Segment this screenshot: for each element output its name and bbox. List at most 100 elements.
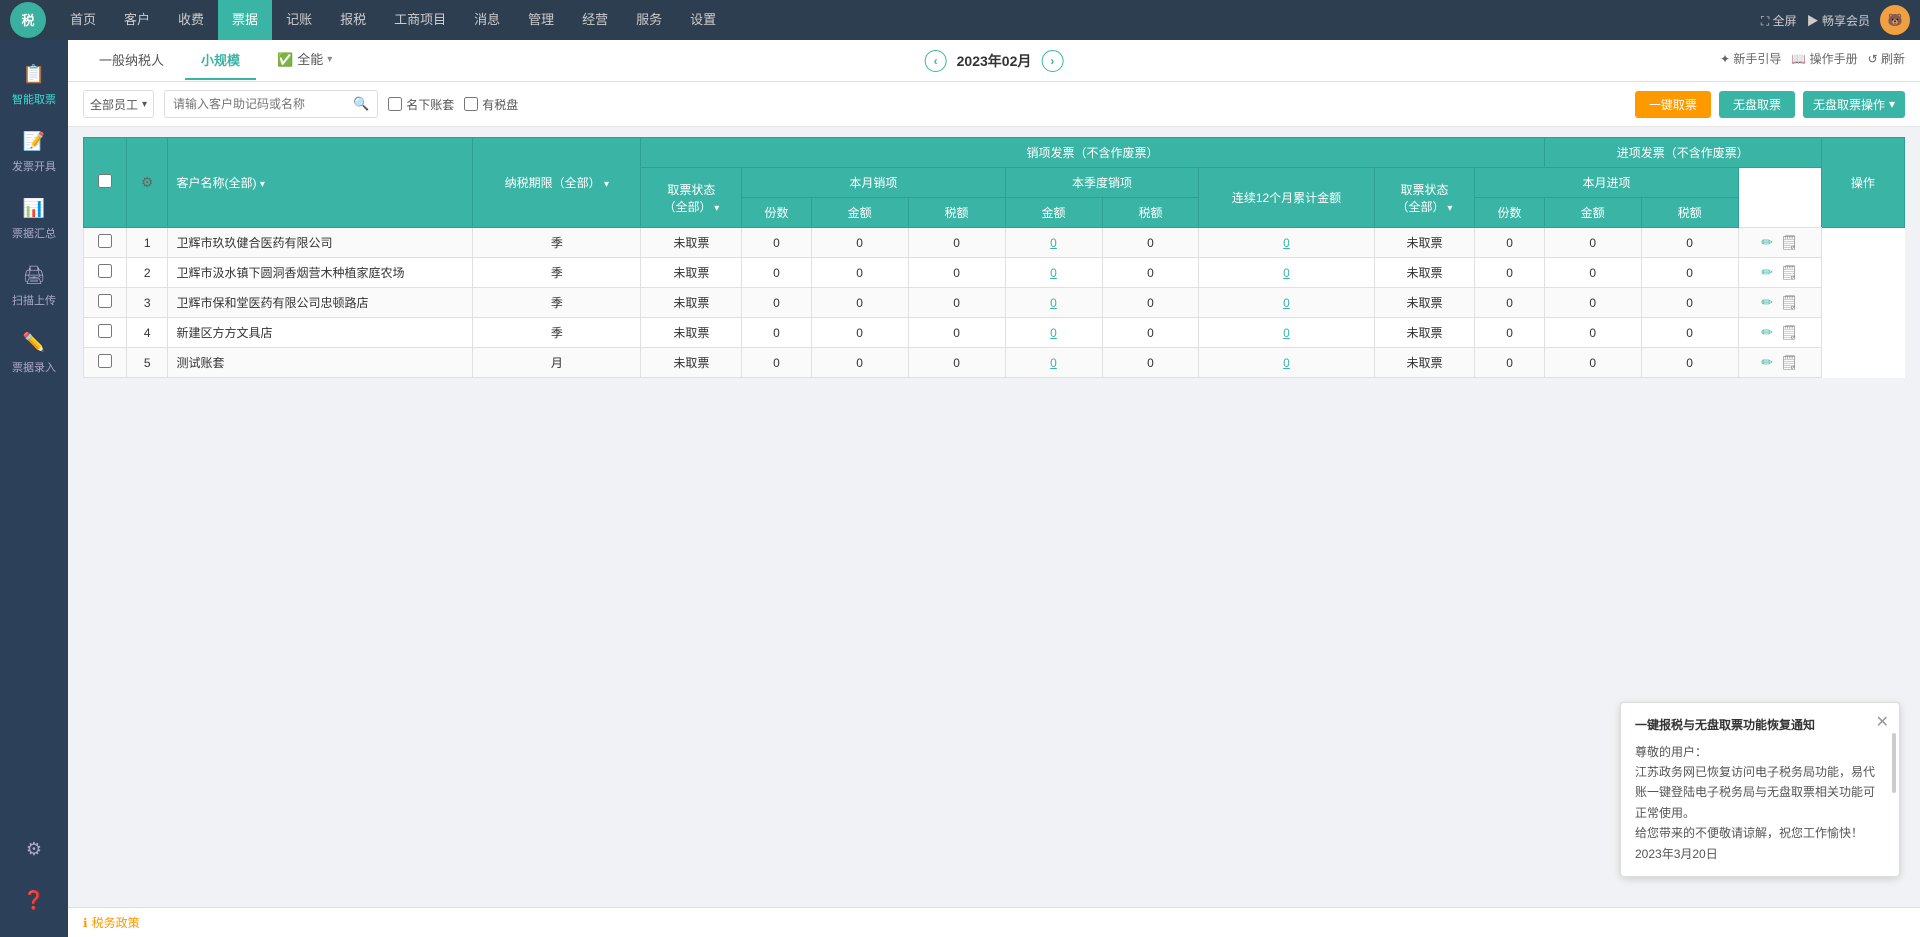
no-disk-op-button[interactable]: 无盘取票操作 ▾ [1803, 91, 1905, 118]
row-checkbox-4[interactable] [98, 354, 112, 368]
nav-manage[interactable]: 管理 [514, 0, 568, 40]
tax-period-filter-icon[interactable]: ▾ [604, 179, 609, 190]
view-icon-2[interactable]: 🗒 [1780, 294, 1798, 310]
scrollbar-thumb[interactable] [1892, 733, 1896, 793]
guide-btn[interactable]: ✦ 新手引导 [1720, 50, 1781, 67]
prev-month-btn[interactable]: ‹ [925, 50, 947, 72]
purchase-status-filter-icon[interactable]: ▾ [1445, 203, 1453, 214]
row-sales-status-0: 未取票 [641, 228, 742, 258]
sidebar-item-smart-fetch[interactable]: 📋 智能取票 [0, 50, 68, 117]
th-purchase-month-shares: 份数 [1475, 198, 1544, 228]
tab-all-capable[interactable]: ✅ 全能 ▾ [261, 42, 348, 80]
sidebar-item-help[interactable]: ❓ [0, 876, 68, 927]
row-sales-tax-3: 0 [908, 318, 1005, 348]
row-sales-tax-2: 0 [908, 288, 1005, 318]
footer-text[interactable]: 税务政策 [92, 914, 140, 931]
th-sales-quarter-tax: 税额 [1102, 198, 1199, 228]
nav-message[interactable]: 消息 [460, 0, 514, 40]
row-checkbox-0[interactable] [98, 234, 112, 248]
checkbox-taxdisk[interactable] [464, 97, 478, 111]
client-filter-icon[interactable]: ▾ [260, 179, 265, 190]
nav-settings[interactable]: 设置 [676, 0, 730, 40]
edit-icon-3[interactable]: ✏ [1761, 324, 1773, 340]
avatar[interactable]: 🐻 [1880, 5, 1910, 35]
nav-business[interactable]: 工商项目 [380, 0, 460, 40]
nav-operation[interactable]: 经营 [568, 0, 622, 40]
nav-service[interactable]: 服务 [622, 0, 676, 40]
row-purchase-tax-4: 0 [1641, 348, 1738, 378]
row-cumul-4: 0 [1199, 348, 1374, 378]
sidebar-item-summary[interactable]: 📊 票据汇总 [0, 184, 68, 251]
row-checkbox-1[interactable] [98, 264, 112, 278]
search-icon[interactable]: 🔍 [353, 96, 369, 112]
sub-tabs-bar: 一般纳税人 小规模 ✅ 全能 ▾ ‹ 2023年02月 › ✦ 新手引导 📖 操… [68, 40, 1920, 82]
employee-select[interactable]: 全部员工 ▾ [83, 90, 154, 118]
row-purchase-status-4: 未取票 [1374, 348, 1475, 378]
row-purchase-amount-0: 0 [1544, 228, 1641, 258]
sidebar-item-invoice-issue[interactable]: 📝 发票开具 [0, 117, 68, 184]
row-num-2: 3 [126, 288, 168, 318]
tab-general-taxpayer[interactable]: 一般纳税人 [83, 42, 180, 80]
one-key-fetch-button[interactable]: 一键取票 [1635, 91, 1711, 118]
notification-title: 一键报税与无盘取票功能恢复通知 [1635, 715, 1885, 735]
help-icon: ❓ [20, 886, 48, 914]
no-disk-fetch-button[interactable]: 无盘取票 [1719, 91, 1795, 118]
edit-icon-0[interactable]: ✏ [1761, 234, 1773, 250]
nav-fee[interactable]: 收费 [164, 0, 218, 40]
summary-icon: 📊 [20, 194, 48, 222]
info-icon: ℹ [83, 916, 88, 930]
row-num-4: 5 [126, 348, 168, 378]
chevron-down-icon[interactable]: ▾ [327, 41, 332, 79]
employee-select-label: 全部员工 [90, 96, 138, 113]
checkbox-account[interactable] [388, 97, 402, 111]
nav-home[interactable]: 首页 [56, 0, 110, 40]
view-icon-3[interactable]: 🗒 [1780, 324, 1798, 340]
edit-icon-4[interactable]: ✏ [1761, 354, 1773, 370]
dropdown-arrow-icon: ▾ [1889, 97, 1895, 111]
tab-small-scale[interactable]: 小规模 [185, 42, 256, 80]
sidebar-item-settings[interactable]: ⚙ [0, 825, 68, 876]
edit-icon-1[interactable]: ✏ [1761, 264, 1773, 280]
group-header-row: ⚙ 客户名称(全部) ▾ 纳税期限（全部） ▾ 销项发票（不含作废票） 进项发票… [84, 138, 1905, 168]
row-cumul-3: 0 [1199, 318, 1374, 348]
search-input[interactable] [173, 97, 353, 111]
sidebar-item-entry[interactable]: ✏️ 票据录入 [0, 318, 68, 385]
row-sales-shares-0: 0 [742, 228, 811, 258]
checkbox-account-label[interactable]: 名下账套 [388, 96, 454, 113]
footer: ℹ 税务政策 [68, 907, 1920, 937]
row-sales-q-amount-2: 0 [1005, 288, 1102, 318]
th-tax-period: 纳税期限（全部） ▾ [473, 138, 641, 228]
row-action-2: ✏ 🗒 [1738, 288, 1821, 318]
refresh-btn[interactable]: ↺ 刷新 [1868, 50, 1905, 67]
nav-bookkeeping[interactable]: 记账 [272, 0, 326, 40]
row-sales-q-tax-4: 0 [1102, 348, 1199, 378]
nav-customer[interactable]: 客户 [110, 0, 164, 40]
row-sales-q-amount-3: 0 [1005, 318, 1102, 348]
sales-status-filter-icon[interactable]: ▾ [711, 203, 719, 214]
fullscreen-btn[interactable]: ⛶ 全屏 [1761, 12, 1797, 29]
checkbox-taxdisk-label[interactable]: 有税盘 [464, 96, 518, 113]
view-icon-0[interactable]: 🗒 [1780, 234, 1798, 250]
gear-icon[interactable]: ⚙ [141, 174, 154, 190]
vip-btn[interactable]: ▶ 畅享会员 [1807, 12, 1870, 29]
th-sales-group: 销项发票（不含作废票） [641, 138, 1544, 168]
sub-tabs-right-actions: ✦ 新手引导 📖 操作手册 ↺ 刷新 [1720, 50, 1905, 71]
row-tax-period-4: 月 [473, 348, 641, 378]
sidebar-item-scan[interactable]: 🖨 扫描上传 [0, 251, 68, 318]
top-navigation: 税 首页 客户 收费 票据 记账 报税 工商项目 消息 管理 经营 服务 设置 … [0, 0, 1920, 40]
manual-btn[interactable]: 📖 操作手册 [1791, 50, 1857, 67]
nav-tax[interactable]: 报税 [326, 0, 380, 40]
select-all-checkbox[interactable] [98, 174, 112, 188]
edit-icon-2[interactable]: ✏ [1761, 294, 1773, 310]
notification-close-btn[interactable]: ✕ [1876, 709, 1889, 736]
current-date: 2023年02月 [957, 51, 1032, 71]
next-month-btn[interactable]: › [1041, 50, 1063, 72]
view-icon-4[interactable]: 🗒 [1780, 354, 1798, 370]
view-icon-1[interactable]: 🗒 [1780, 264, 1798, 280]
sidebar-item-label: 票据汇总 [12, 225, 56, 241]
nav-invoice[interactable]: 票据 [218, 0, 272, 40]
row-checkbox-2[interactable] [98, 294, 112, 308]
row-checkbox-3[interactable] [98, 324, 112, 338]
svg-text:税: 税 [21, 13, 34, 28]
row-purchase-shares-3: 0 [1475, 318, 1544, 348]
